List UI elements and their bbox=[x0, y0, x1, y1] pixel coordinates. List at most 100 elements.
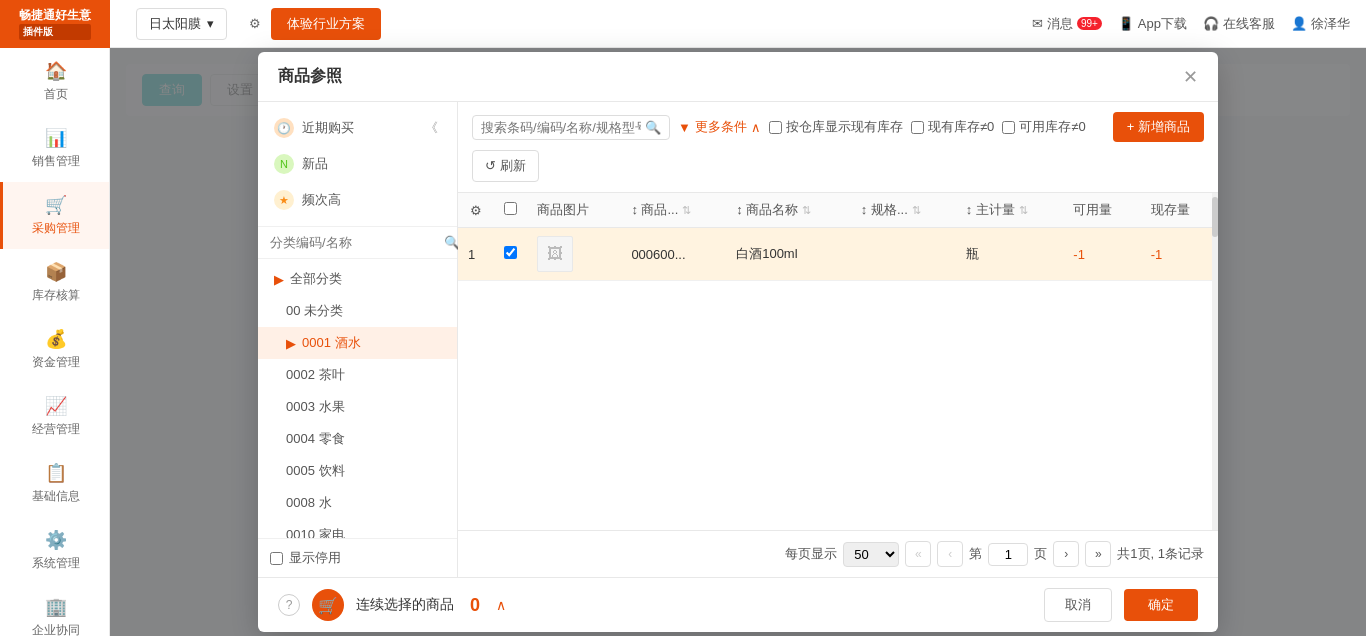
tree-item-label: 0001 酒水 bbox=[302, 334, 361, 352]
sidebar-label-operation: 经营管理 bbox=[32, 421, 80, 438]
th-name[interactable]: ↕ 商品名称 bbox=[726, 193, 851, 228]
stock-nonzero-checkbox[interactable] bbox=[911, 121, 924, 134]
first-page-button[interactable]: « bbox=[905, 541, 931, 567]
table-row[interactable]: 1 🖼 000600... 白酒100ml bbox=[458, 228, 1218, 281]
recent-purchases-nav[interactable]: 🕐 近期购买 《 bbox=[258, 110, 457, 146]
tree-item-0005[interactable]: 0005 饮料 bbox=[258, 455, 457, 487]
modal-title: 商品参照 bbox=[278, 66, 342, 87]
online-service-button[interactable]: 🎧 在线客服 bbox=[1203, 15, 1275, 33]
product-search-input[interactable] bbox=[481, 120, 641, 135]
sidebar: 🏠 首页 📊 销售管理 🛒 采购管理 📦 库存核算 💰 资金管理 📈 经营管理 … bbox=[0, 48, 110, 636]
add-product-button[interactable]: + 新增商品 bbox=[1113, 112, 1204, 142]
collapse-icon[interactable]: 《 bbox=[421, 118, 441, 138]
by-warehouse-filter[interactable]: 按仓库显示现有库存 bbox=[769, 118, 903, 136]
tree-item-0001[interactable]: ▶ 0001 酒水 bbox=[258, 327, 457, 359]
product-reference-modal: 商品参照 ✕ 🕐 近期购买 《 N bbox=[258, 52, 1218, 632]
tree-item-all[interactable]: ▶ 全部分类 bbox=[258, 263, 457, 295]
topbar: 畅捷通好生意 插件版 日太阳膜 ▾ ⚙ 体验行业方案 ✉ 消息 99+ 📱 Ap… bbox=[0, 0, 1366, 48]
branch-selector[interactable]: 日太阳膜 ▾ bbox=[136, 8, 227, 40]
tree-item-0008[interactable]: 0008 水 bbox=[258, 487, 457, 519]
th-spec[interactable]: ↕ 规格... bbox=[851, 193, 956, 228]
page-unit: 页 bbox=[1034, 545, 1047, 563]
confirm-button[interactable]: 确定 bbox=[1124, 589, 1198, 621]
product-image: 🖼 bbox=[537, 236, 573, 272]
stock-nonzero-filter[interactable]: 现有库存≠0 bbox=[911, 118, 994, 136]
sidebar-item-enterprise[interactable]: 🏢 企业协同 bbox=[0, 584, 109, 636]
sidebar-label-purchase: 采购管理 bbox=[32, 220, 80, 237]
sidebar-item-finance[interactable]: 💰 资金管理 bbox=[0, 316, 109, 383]
branch-name: 日太阳膜 bbox=[149, 15, 201, 33]
product-table-body: 1 🖼 000600... 白酒100ml bbox=[458, 228, 1218, 281]
logo: 畅捷通好生意 插件版 bbox=[0, 0, 110, 48]
tree-item-label: 0004 零食 bbox=[286, 430, 345, 448]
category-search: 🔍 bbox=[258, 227, 457, 259]
th-code[interactable]: ↕ 商品... bbox=[621, 193, 726, 228]
more-filter-button[interactable]: ▼ 更多条件 ∧ bbox=[678, 118, 761, 136]
tree-item-00[interactable]: 00 未分类 bbox=[258, 295, 457, 327]
experience-button[interactable]: 体验行业方案 bbox=[271, 8, 381, 40]
sidebar-item-sales[interactable]: 📊 销售管理 bbox=[0, 115, 109, 182]
refresh-button[interactable]: ↺ 刷新 bbox=[472, 150, 539, 182]
available-nonzero-filter[interactable]: 可用库存≠0 bbox=[1002, 118, 1085, 136]
footer-collapse-icon[interactable]: ∧ bbox=[496, 597, 506, 613]
tree-item-0003[interactable]: 0003 水果 bbox=[258, 391, 457, 423]
page-number-input[interactable] bbox=[988, 543, 1028, 566]
modal-body: 🕐 近期购买 《 N 新品 ★ 频次高 bbox=[258, 102, 1218, 577]
app-download-label: App下载 bbox=[1138, 15, 1187, 33]
cancel-button[interactable]: 取消 bbox=[1044, 588, 1112, 622]
tree-item-label: 全部分类 bbox=[290, 270, 342, 288]
system-icon: ⚙️ bbox=[45, 529, 67, 551]
messages-button[interactable]: ✉ 消息 99+ bbox=[1032, 15, 1102, 33]
home-icon: 🏠 bbox=[45, 60, 67, 82]
show-disabled-label[interactable]: 显示停用 bbox=[289, 549, 341, 567]
show-disabled-footer: 显示停用 bbox=[258, 538, 457, 577]
page-size-select[interactable]: 50 10 20 100 bbox=[843, 542, 899, 567]
content-area: 查询 设置 ↺ 刷新 商品参照 ✕ 🕐 bbox=[110, 48, 1366, 636]
topbar-content: 日太阳膜 ▾ ⚙ 体验行业方案 ✉ 消息 99+ 📱 App下载 🎧 在线客服 … bbox=[136, 8, 1350, 40]
sidebar-item-operation[interactable]: 📈 经营管理 bbox=[0, 383, 109, 450]
online-service-label: 在线客服 bbox=[1223, 15, 1275, 33]
recent-icon: 🕐 bbox=[274, 118, 294, 138]
new-products-nav[interactable]: N 新品 bbox=[258, 146, 457, 182]
frequent-nav[interactable]: ★ 频次高 bbox=[258, 182, 457, 218]
modal-close-button[interactable]: ✕ bbox=[1183, 68, 1198, 86]
sidebar-item-inventory[interactable]: 📦 库存核算 bbox=[0, 249, 109, 316]
sidebar-item-home[interactable]: 🏠 首页 bbox=[0, 48, 109, 115]
tree-item-0010[interactable]: 0010 家电 bbox=[258, 519, 457, 538]
prev-page-button[interactable]: ‹ bbox=[937, 541, 963, 567]
show-disabled-checkbox[interactable] bbox=[270, 552, 283, 565]
user-menu[interactable]: 👤 徐泽华 bbox=[1291, 15, 1350, 33]
select-all-checkbox[interactable] bbox=[504, 202, 517, 215]
td-name: 白酒100ml bbox=[726, 228, 851, 281]
available-nonzero-checkbox[interactable] bbox=[1002, 121, 1015, 134]
user-name: 徐泽华 bbox=[1311, 15, 1350, 33]
settings-icon[interactable]: ⚙ bbox=[239, 8, 271, 40]
next-page-button[interactable]: › bbox=[1053, 541, 1079, 567]
app-download-button[interactable]: 📱 App下载 bbox=[1118, 15, 1187, 33]
modal-right-panel: 🔍 ▼ 更多条件 ∧ 按仓库显示现有库存 bbox=[458, 102, 1218, 577]
sidebar-item-basic[interactable]: 📋 基础信息 bbox=[0, 450, 109, 517]
row-checkbox[interactable] bbox=[504, 246, 517, 259]
th-settings[interactable]: ⚙ bbox=[458, 193, 494, 228]
filter-arrow-icon: ∧ bbox=[751, 120, 761, 135]
finance-icon: 💰 bbox=[45, 328, 67, 350]
messages-badge: 99+ bbox=[1077, 17, 1102, 30]
sidebar-item-purchase[interactable]: 🛒 采购管理 bbox=[0, 182, 109, 249]
table-scrollbar[interactable] bbox=[1212, 193, 1218, 530]
image-placeholder-icon: 🖼 bbox=[547, 245, 563, 263]
product-search-icon[interactable]: 🔍 bbox=[645, 120, 661, 135]
td-code: 000600... bbox=[621, 228, 726, 281]
tree-arrow-icon: ▶ bbox=[274, 272, 284, 287]
last-page-button[interactable]: » bbox=[1085, 541, 1111, 567]
tree-item-0004[interactable]: 0004 零食 bbox=[258, 423, 457, 455]
th-unit[interactable]: ↕ 主计量 bbox=[956, 193, 1064, 228]
tree-item-0002[interactable]: 0002 茶叶 bbox=[258, 359, 457, 391]
sidebar-item-system[interactable]: ⚙️ 系统管理 bbox=[0, 517, 109, 584]
category-search-input[interactable] bbox=[270, 235, 438, 250]
help-button[interactable]: ? bbox=[278, 594, 300, 616]
mobile-icon: 📱 bbox=[1118, 16, 1134, 31]
by-warehouse-checkbox[interactable] bbox=[769, 121, 782, 134]
right-toolbar: 🔍 ▼ 更多条件 ∧ 按仓库显示现有库存 bbox=[458, 102, 1218, 193]
frequent-icon: ★ bbox=[274, 190, 294, 210]
modal-footer: ? 🛒 连续选择的商品 0 ∧ 取消 确定 bbox=[258, 577, 1218, 632]
